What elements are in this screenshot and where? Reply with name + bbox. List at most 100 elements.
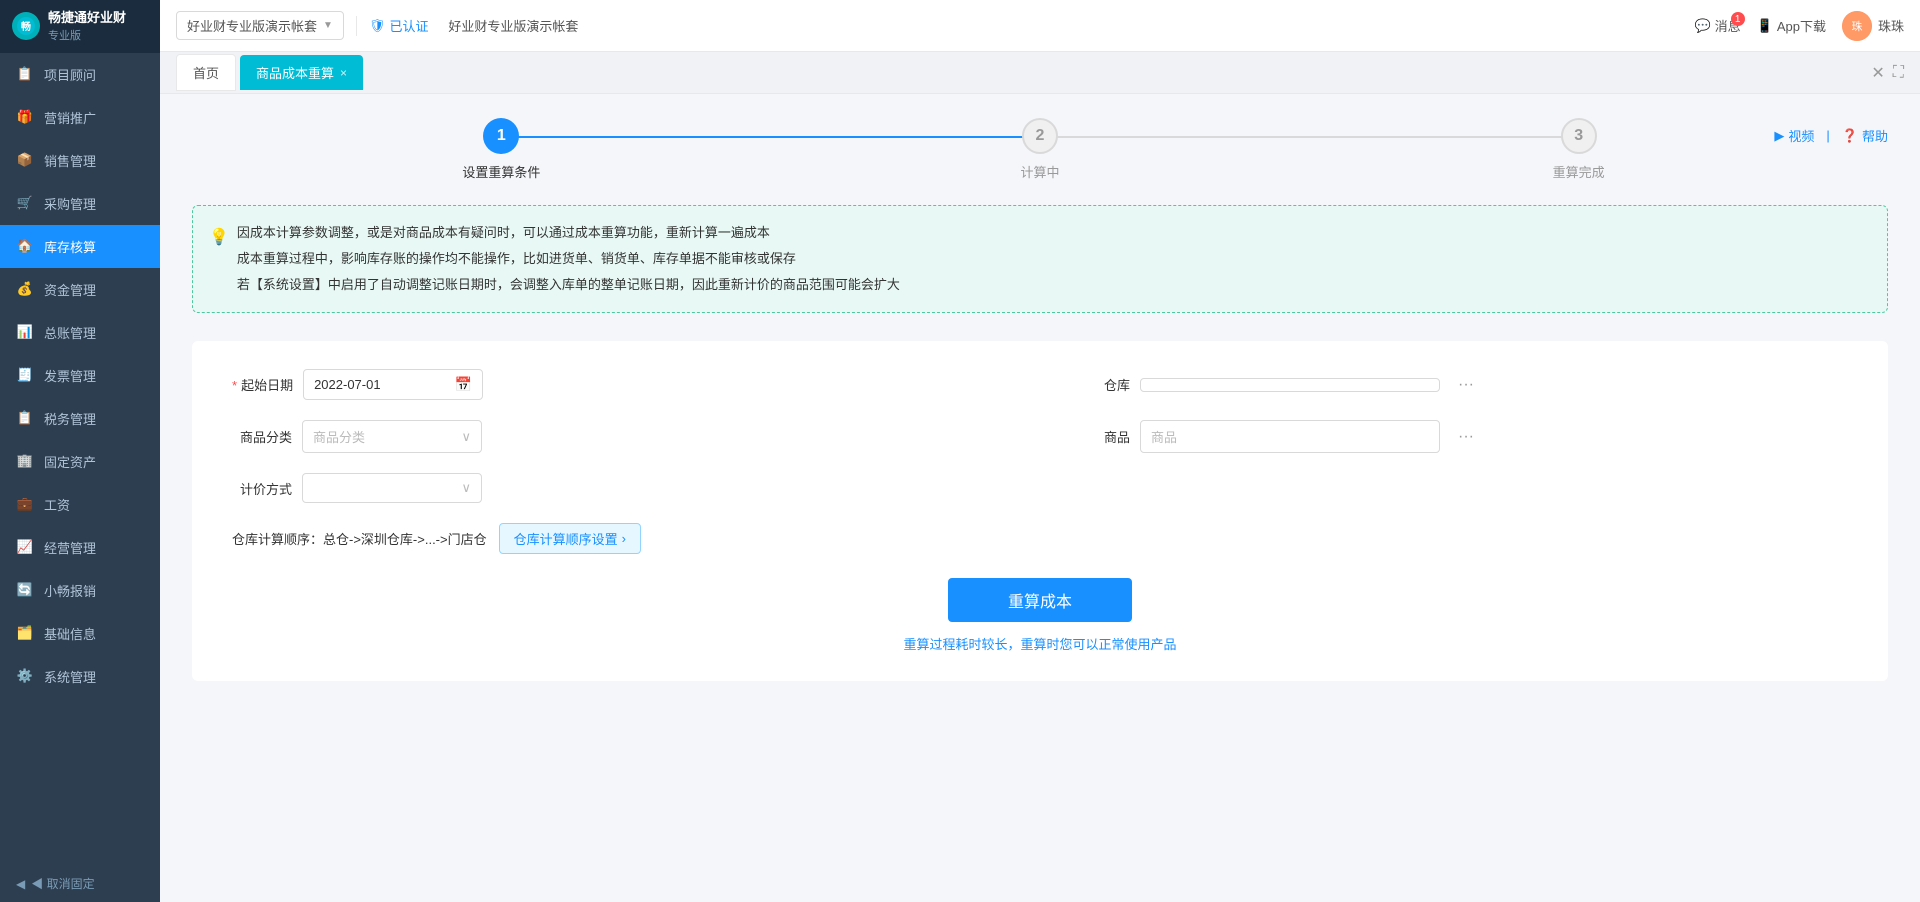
- app-name: 畅捷通好业财: [48, 10, 126, 27]
- user-name: 珠珠: [1878, 16, 1904, 35]
- close-window-icon[interactable]: ✕: [1871, 63, 1884, 83]
- sidebar-item-purchase[interactable]: 🛒 采购管理: [0, 182, 160, 225]
- topbar-spacer-text: [436, 18, 440, 34]
- help-label: 帮助: [1862, 126, 1888, 145]
- sidebar-item-project[interactable]: 📋 项目顾问: [0, 53, 160, 96]
- step-3-label: 重算完成: [1553, 162, 1605, 181]
- accounting-icon: 📊: [16, 323, 34, 341]
- start-date-input[interactable]: 2022-07-01 📅: [303, 369, 483, 400]
- invoice-icon: 🧾: [16, 366, 34, 384]
- message-button[interactable]: 💬 消息 1: [1694, 16, 1740, 35]
- app-download-label: App下载: [1777, 16, 1826, 35]
- warehouse-order-btn-label: 仓库计算顺序设置: [514, 529, 618, 548]
- sidebar-item-salary[interactable]: 💼 工资: [0, 483, 160, 526]
- sidebar-item-inventory[interactable]: 🏠 库存核算: [0, 225, 160, 268]
- purchase-icon: 🛒: [16, 194, 34, 212]
- sidebar-pin-toggle[interactable]: ◀ ◀ 取消固定: [0, 865, 160, 902]
- shield-icon: 🛡: [369, 18, 386, 34]
- verified-label: 已认证: [389, 16, 428, 35]
- play-icon: ▶: [1774, 128, 1784, 144]
- step-1-label: 设置重算条件: [462, 162, 540, 181]
- app-download-button[interactable]: 📱 App下载: [1757, 16, 1826, 35]
- calendar-icon: 📅: [455, 376, 472, 393]
- tabbar-right-actions: ✕ ⛶: [1871, 63, 1904, 83]
- pricing-chevron-icon: ∨: [461, 480, 471, 496]
- app-logo: 畅: [12, 12, 40, 40]
- form-row-1: 起始日期 2022-07-01 📅 仓库 ···: [232, 369, 1848, 400]
- help-divider: |: [1826, 128, 1829, 143]
- assets-icon: 🏢: [16, 452, 34, 470]
- sidebar-item-label-sales: 销售管理: [44, 151, 96, 170]
- marketing-icon: 🎁: [16, 108, 34, 126]
- sidebar-item-basic[interactable]: 🗂️ 基础信息: [0, 612, 160, 655]
- form-row-2: 商品分类 商品分类 ∨ 商品 商品 ···: [232, 420, 1848, 453]
- tab-active-label: 商品成本重算: [256, 63, 334, 82]
- product-more-icon[interactable]: ···: [1450, 424, 1482, 450]
- sidebar-item-accounting[interactable]: 📊 总账管理: [0, 311, 160, 354]
- sidebar-item-tax[interactable]: 📋 税务管理: [0, 397, 160, 440]
- sidebar-item-label-invoice: 发票管理: [44, 366, 96, 385]
- sidebar-item-sales[interactable]: 📦 销售管理: [0, 139, 160, 182]
- tab-close-icon[interactable]: ×: [340, 66, 347, 80]
- category-label: 商品分类: [232, 427, 292, 446]
- svg-text:畅: 畅: [21, 20, 31, 33]
- project-icon: 📋: [16, 65, 34, 83]
- warehouse-label: 仓库: [1070, 375, 1130, 394]
- product-label: 商品: [1070, 427, 1130, 446]
- form-group-warehouse: 仓库 ···: [1070, 372, 1848, 398]
- steps-container: 1 设置重算条件 2 计算中 3 重算完成 ▶ 视频 | ❓: [192, 118, 1888, 181]
- calc-hint: 重算过程耗时较长，重算时您可以正常使用产品: [903, 634, 1176, 653]
- notice-icon: 💡: [209, 222, 229, 298]
- recalculate-button[interactable]: 重算成本: [948, 578, 1132, 622]
- step-3-circle: 3: [1561, 118, 1597, 154]
- product-placeholder: 商品: [1151, 427, 1177, 446]
- category-select[interactable]: 商品分类 ∨: [302, 420, 482, 453]
- sidebar: 畅 畅捷通好业财 专业版 📋 项目顾问 🎁 营销推广 📦 销售管理 🛒 采购管理…: [0, 0, 160, 902]
- sidebar-item-label-marketing: 营销推广: [44, 108, 96, 127]
- form-group-product: 商品 商品 ···: [1070, 420, 1848, 453]
- chevron-right-icon: ›: [622, 531, 626, 546]
- video-help-button[interactable]: ▶ 视频: [1774, 126, 1814, 145]
- video-label: 视频: [1788, 126, 1814, 145]
- tab-home[interactable]: 首页: [176, 54, 236, 91]
- svg-text:珠: 珠: [1851, 19, 1862, 33]
- warehouse-order-row: 仓库计算顺序：总仓->深圳仓库->...->门店仓 仓库计算顺序设置 ›: [232, 523, 1848, 554]
- sidebar-item-invoice[interactable]: 🧾 发票管理: [0, 354, 160, 397]
- pin-label: ◀ 取消固定: [31, 875, 94, 892]
- warehouse-input[interactable]: [1140, 378, 1440, 392]
- notice-content: 因成本计算参数调整，或是对商品成本有疑问时，可以通过成本重算功能，重新计算一遍成…: [237, 220, 900, 298]
- account-selector[interactable]: 好业财专业版演示帐套 ▼: [176, 11, 344, 40]
- sidebar-item-finance[interactable]: 💰 资金管理: [0, 268, 160, 311]
- sidebar-item-label-operations: 经营管理: [44, 538, 96, 557]
- sidebar-item-expense[interactable]: 🔄 小畅报销: [0, 569, 160, 612]
- verified-badge: 🛡 已认证: [369, 16, 429, 35]
- warehouse-order-btn[interactable]: 仓库计算顺序设置 ›: [499, 523, 641, 554]
- user-profile[interactable]: 珠 珠珠: [1842, 11, 1904, 41]
- step-1: 1 设置重算条件: [232, 118, 771, 181]
- account-chevron-icon: ▼: [323, 20, 333, 31]
- basic-icon: 🗂️: [16, 624, 34, 642]
- sidebar-item-system[interactable]: ⚙️ 系统管理: [0, 655, 160, 698]
- sidebar-item-marketing[interactable]: 🎁 营销推广: [0, 96, 160, 139]
- question-icon: ❓: [1842, 128, 1858, 144]
- expense-icon: 🔄: [16, 581, 34, 599]
- notice-line-2: 成本重算过程中，影响库存账的操作均不能操作，比如进货单、销货单、库存单据不能审核…: [237, 246, 900, 272]
- warehouse-more-icon[interactable]: ···: [1450, 372, 1482, 398]
- finance-icon: 💰: [16, 280, 34, 298]
- sidebar-item-operations[interactable]: 📈 经营管理: [0, 526, 160, 569]
- sidebar-item-label-expense: 小畅报销: [44, 581, 96, 600]
- expand-icon[interactable]: ⛶: [1893, 64, 1904, 82]
- tab-product-cost-recalc[interactable]: 商品成本重算 ×: [240, 55, 363, 90]
- form-section: 起始日期 2022-07-01 📅 仓库 ··· 商品分类 商: [192, 341, 1888, 681]
- sidebar-nav: 📋 项目顾问 🎁 营销推广 📦 销售管理 🛒 采购管理 🏠 库存核算 💰 资金管…: [0, 53, 160, 865]
- sidebar-item-label-purchase: 采购管理: [44, 194, 96, 213]
- category-placeholder: 商品分类: [313, 427, 365, 446]
- app-edition: 专业版: [48, 27, 126, 43]
- sidebar-item-label-finance: 资金管理: [44, 280, 96, 299]
- product-input[interactable]: 商品: [1140, 420, 1440, 453]
- sidebar-item-assets[interactable]: 🏢 固定资产: [0, 440, 160, 483]
- pricing-select[interactable]: ∨: [302, 473, 482, 503]
- help-button[interactable]: ❓ 帮助: [1842, 126, 1888, 145]
- sidebar-item-label-assets: 固定资产: [44, 452, 96, 471]
- pin-icon: ◀: [16, 877, 25, 891]
